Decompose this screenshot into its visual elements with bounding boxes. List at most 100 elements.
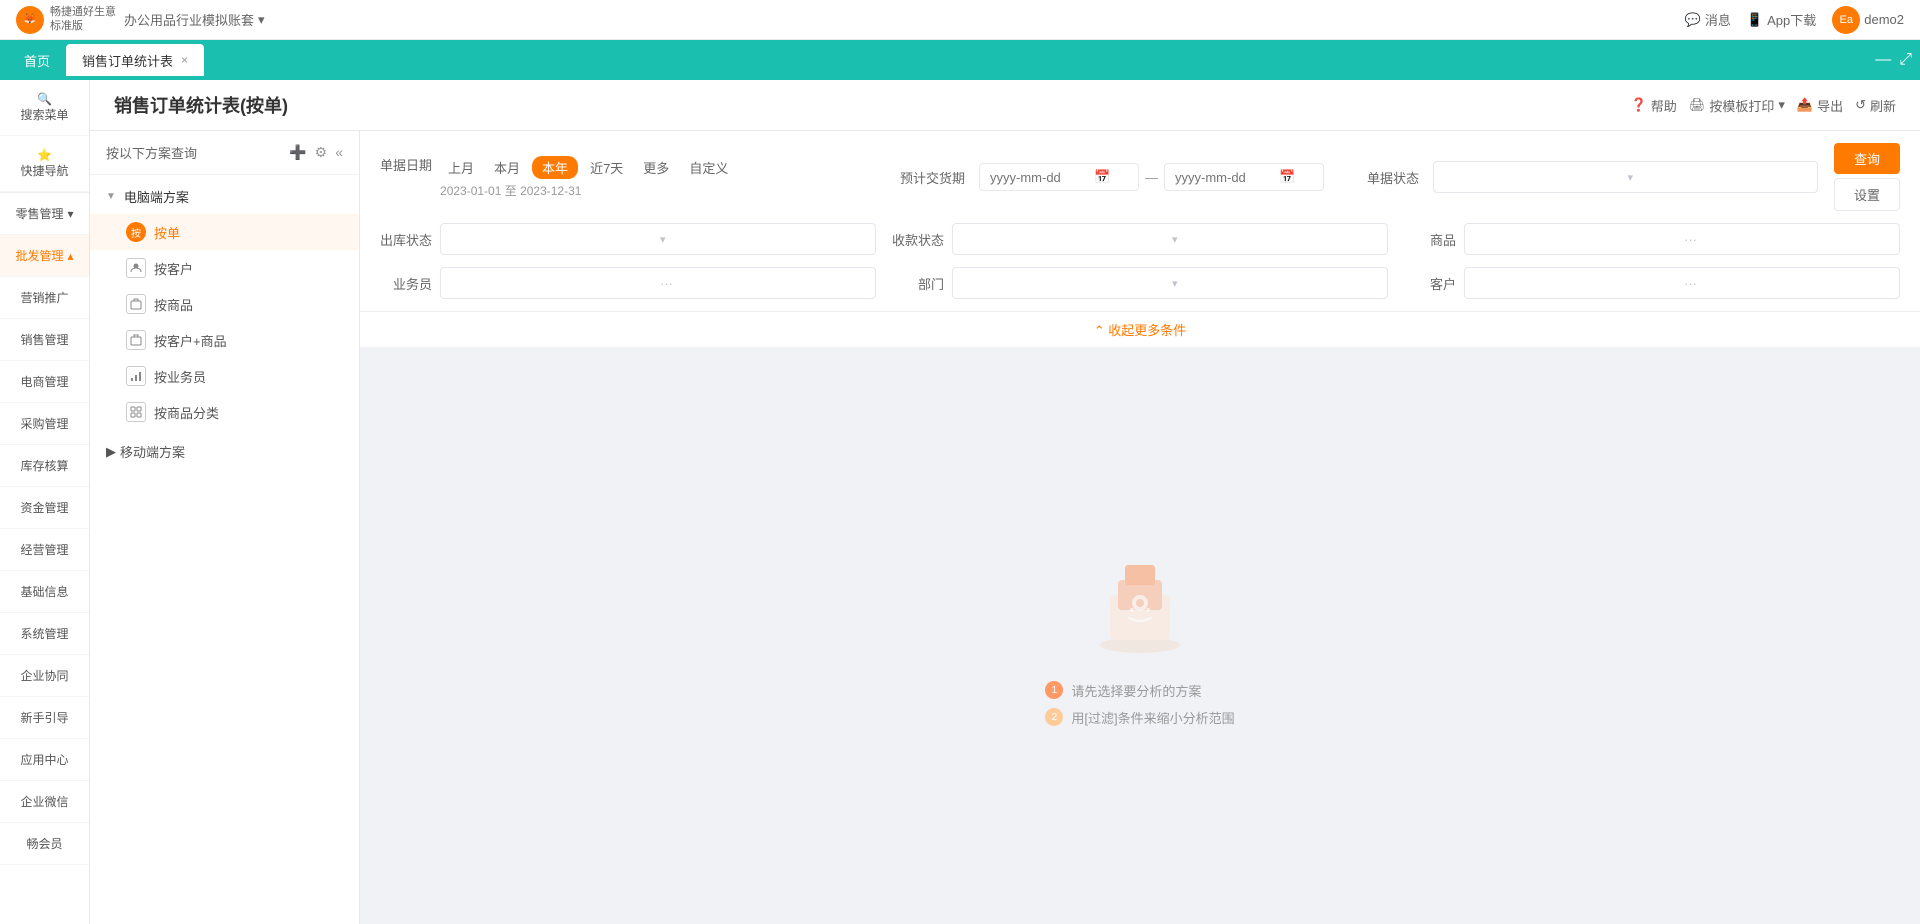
add-scheme-btn[interactable]: ➕: [289, 144, 306, 161]
tab-bar-actions: — ⤢: [1875, 51, 1912, 69]
sidebar-item-finance[interactable]: 资金管理: [0, 487, 89, 529]
right-panel: 单据日期 上月 本月 本年 近7天 更多 自定义: [360, 131, 1920, 924]
warehouse-status-select[interactable]: ▾: [440, 223, 876, 255]
left-panel: 按以下方案查询 ➕ ⚙ « ▼ 电脑端方案 按 按单: [90, 131, 360, 924]
scheme-item-by-salesperson[interactable]: 按业务员: [90, 358, 359, 394]
top-bar-right: 💬 消息 📱 App下载 Ea demo2: [1685, 6, 1904, 34]
workspace-selector[interactable]: 办公用品行业模拟账套 ▾: [124, 10, 265, 29]
tab-bar: 首页 销售订单统计表 × — ⤢: [0, 40, 1920, 80]
filter-row-2: 出库状态 ▾ 收款状态 ▾: [380, 223, 1900, 255]
query-btn[interactable]: 查询: [1834, 143, 1900, 174]
date-separator: —: [1145, 170, 1158, 185]
message-btn[interactable]: 💬 消息: [1685, 10, 1731, 29]
tab-minimize-btn[interactable]: —: [1875, 51, 1891, 69]
print-icon: 🖨: [1689, 97, 1706, 113]
mobile-section[interactable]: ▶ 移动端方案: [90, 434, 359, 469]
top-bar: 🦊 畅捷通好生意 标准版 办公用品行业模拟账套 ▾ 💬 消息 📱 App下载 E…: [0, 0, 1920, 40]
sidebar-item-app-center[interactable]: 应用中心: [0, 739, 89, 781]
refresh-btn[interactable]: ↺ 刷新: [1855, 96, 1896, 115]
collapse-panel-btn[interactable]: «: [335, 144, 343, 161]
dept-label: 部门: [892, 274, 952, 293]
payment-status-select[interactable]: ▾: [952, 223, 1388, 255]
page-actions: ❓ 帮助 🖨 按模板打印 ▾ 📤 导出 ↺ 刷新: [1631, 96, 1896, 115]
by-customer-icon: [126, 258, 146, 278]
main-content: 按以下方案查询 ➕ ⚙ « ▼ 电脑端方案 按 按单: [90, 131, 1920, 924]
main-layout: 🔍 搜索菜单 ⭐ 快捷导航 零售管理 ▾ 批发管理 ▴ 营销推广 销售管理 电商…: [0, 80, 1920, 924]
sidebar-item-purchase[interactable]: 采购管理: [0, 403, 89, 445]
sidebar-item-vip[interactable]: 畅会员: [0, 823, 89, 865]
sidebar-item-wechat[interactable]: 企业微信: [0, 781, 89, 823]
export-btn[interactable]: 📤 导出: [1797, 96, 1843, 115]
panel-icons: ➕ ⚙ «: [289, 144, 343, 161]
sidebar-item-system[interactable]: 系统管理: [0, 613, 89, 655]
date-range-display: 2023-01-01 至 2023-12-31: [440, 182, 736, 199]
quick-this-month-btn[interactable]: 本月: [486, 155, 528, 180]
empty-illustration: [1080, 545, 1200, 665]
scheme-item-by-customer-goods[interactable]: 按客户+商品: [90, 322, 359, 358]
delivery-date-start[interactable]: 📅: [979, 163, 1139, 191]
payment-label: 收款状态: [892, 230, 952, 249]
sidebar-item-wholesale[interactable]: 批发管理 ▴: [0, 235, 89, 277]
quick-this-year-btn[interactable]: 本年: [532, 156, 578, 179]
sidebar-item-inventory[interactable]: 库存核算: [0, 445, 89, 487]
print-btn[interactable]: 🖨 按模板打印 ▾: [1689, 96, 1785, 115]
app-download-btn[interactable]: 📱 App下载: [1747, 10, 1816, 29]
salesperson-select[interactable]: ···: [440, 267, 876, 299]
sidebar-item-ecommerce[interactable]: 电商管理: [0, 361, 89, 403]
quick-last-month-btn[interactable]: 上月: [440, 155, 482, 180]
download-icon: 📱: [1747, 12, 1763, 28]
page-title: 销售订单统计表(按单): [114, 92, 288, 118]
scheme-item-by-order[interactable]: 按 按单: [90, 214, 359, 250]
tab-maximize-btn[interactable]: ⤢: [1899, 51, 1912, 69]
left-panel-header: 按以下方案查询 ➕ ⚙ «: [90, 131, 359, 175]
warehouse-status-col: 出库状态 ▾: [380, 223, 876, 255]
settings-scheme-btn[interactable]: ⚙: [315, 144, 328, 161]
tab-home[interactable]: 首页: [8, 44, 66, 76]
goods-col: 商品 ···: [1404, 223, 1900, 255]
delivery-start-input[interactable]: [990, 170, 1090, 185]
scheme-item-by-customer[interactable]: 按客户: [90, 250, 359, 286]
customer-more-icon: ···: [1684, 276, 1889, 291]
chevron-up-icon: ▴: [67, 249, 73, 263]
sidebar-item-operations[interactable]: 经营管理: [0, 529, 89, 571]
status-label: 单据状态: [1367, 168, 1427, 187]
quick-custom-btn[interactable]: 自定义: [681, 155, 736, 180]
collapse-filter-btn[interactable]: ⌃ 收起更多条件: [360, 311, 1920, 347]
by-customer-goods-icon: [126, 330, 146, 350]
message-icon: 💬: [1685, 12, 1701, 28]
sidebar-item-newbie[interactable]: 新手引导: [0, 697, 89, 739]
logo-icon: 🦊: [16, 6, 44, 34]
dept-select[interactable]: ▾: [952, 267, 1388, 299]
print-chevron-icon: ▾: [1778, 97, 1785, 113]
customer-select[interactable]: ···: [1464, 267, 1900, 299]
tab-close-icon[interactable]: ×: [181, 53, 188, 67]
delivery-end-input[interactable]: [1175, 170, 1275, 185]
sidebar-item-marketing[interactable]: 营销推广: [0, 277, 89, 319]
by-goods-icon: [126, 294, 146, 314]
sidebar-item-sales[interactable]: 销售管理: [0, 319, 89, 361]
scheme-item-by-goods[interactable]: 按商品: [90, 286, 359, 322]
sidebar-item-quick-nav[interactable]: ⭐ 快捷导航: [0, 136, 89, 192]
collapse-icon: ⌃: [1094, 323, 1109, 338]
sidebar-item-basics[interactable]: 基础信息: [0, 571, 89, 613]
quick-more-btn[interactable]: 更多: [635, 155, 677, 180]
status-select[interactable]: ▾: [1433, 161, 1818, 193]
settings-btn[interactable]: 设置: [1834, 178, 1900, 211]
user-btn[interactable]: Ea demo2: [1832, 6, 1904, 34]
help-icon: ❓: [1631, 97, 1647, 113]
help-btn[interactable]: ❓ 帮助: [1631, 96, 1677, 115]
sidebar-item-enterprise[interactable]: 企业协同: [0, 655, 89, 697]
scheme-group-pc-header[interactable]: ▼ 电脑端方案: [90, 179, 359, 214]
goods-select[interactable]: ···: [1464, 223, 1900, 255]
quick-7days-btn[interactable]: 近7天: [582, 155, 631, 180]
calendar-icon-1: 📅: [1094, 169, 1110, 185]
sidebar-item-search[interactable]: 🔍 搜索菜单: [0, 80, 89, 136]
sidebar-item-retail[interactable]: 零售管理 ▾: [0, 193, 89, 235]
filter-row-1: 单据日期 上月 本月 本年 近7天 更多 自定义: [380, 143, 1900, 211]
content-area: 销售订单统计表(按单) ❓ 帮助 🖨 按模板打印 ▾ 📤 导出 ↺ 刷新: [90, 80, 1920, 924]
scheme-group-pc: ▼ 电脑端方案 按 按单 按客户: [90, 175, 359, 434]
tab-sales-order[interactable]: 销售订单统计表 ×: [66, 44, 204, 76]
salesperson-more-icon: ···: [660, 276, 865, 291]
scheme-item-by-category[interactable]: 按商品分类: [90, 394, 359, 430]
delivery-date-end[interactable]: 📅: [1164, 163, 1324, 191]
